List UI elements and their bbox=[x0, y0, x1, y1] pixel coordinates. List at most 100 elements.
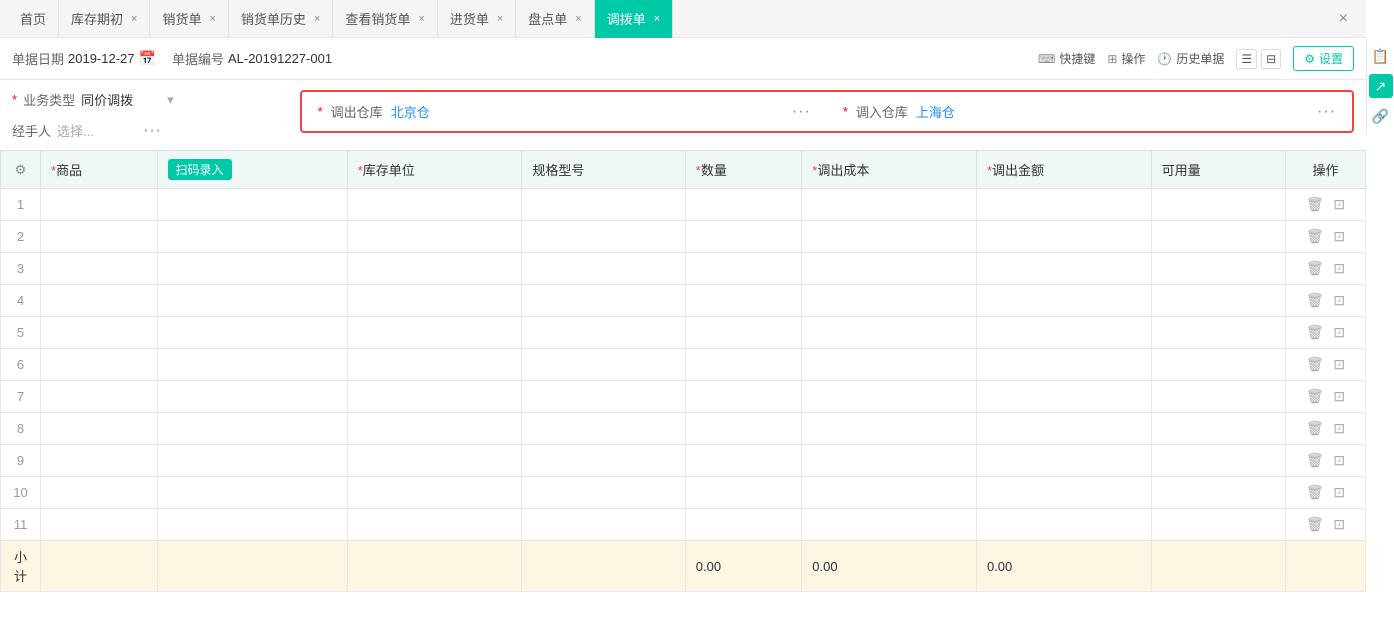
copy-icon[interactable]: ⊡ bbox=[1333, 388, 1345, 404]
tab-inventory-init[interactable]: 库存期初 × bbox=[59, 0, 150, 38]
cell-qty bbox=[685, 381, 802, 413]
delete-icon[interactable]: 🗑 bbox=[1306, 260, 1324, 276]
link-icon[interactable]: 🔗 bbox=[1369, 104, 1393, 128]
cell-product[interactable] bbox=[41, 253, 158, 285]
cell-qty bbox=[685, 349, 802, 381]
notes-icon[interactable]: 📋 bbox=[1369, 44, 1393, 68]
cell-product[interactable] bbox=[41, 381, 158, 413]
copy-icon[interactable]: ⊡ bbox=[1333, 516, 1345, 532]
copy-icon[interactable]: ⊡ bbox=[1333, 356, 1345, 372]
col-spec-header: 规格型号 bbox=[522, 151, 685, 189]
cell-ops: 🗑 ⊡ bbox=[1286, 189, 1366, 221]
transfer-in-value[interactable]: 上海仓 bbox=[916, 102, 996, 121]
delete-icon[interactable]: 🗑 bbox=[1306, 388, 1324, 404]
cell-qty bbox=[685, 317, 802, 349]
cell-product[interactable] bbox=[41, 221, 158, 253]
tab-purchase[interactable]: 进货单 × bbox=[438, 0, 516, 38]
close-icon[interactable]: × bbox=[654, 13, 660, 25]
delete-icon[interactable]: 🗑 bbox=[1306, 228, 1324, 244]
calendar-icon[interactable]: 📅 bbox=[139, 50, 156, 67]
tab-transfer[interactable]: 调拨单 × bbox=[595, 0, 673, 38]
date-label: 单据日期 bbox=[12, 49, 64, 68]
copy-icon[interactable]: ⊡ bbox=[1333, 260, 1345, 276]
handler-value[interactable]: 选择... bbox=[57, 121, 137, 140]
business-type-value[interactable]: 同价调拨 bbox=[81, 90, 161, 109]
cell-spec bbox=[522, 509, 685, 541]
delete-icon[interactable]: 🗑 bbox=[1306, 516, 1324, 532]
layout-list-icon[interactable]: ☰ bbox=[1236, 49, 1257, 69]
col-settings[interactable]: ⚙ bbox=[1, 151, 41, 189]
transfer-out-value[interactable]: 北京仓 bbox=[391, 102, 471, 121]
cell-product[interactable] bbox=[41, 413, 158, 445]
cell-spec bbox=[522, 253, 685, 285]
cell-scan bbox=[157, 445, 347, 477]
copy-icon[interactable]: ⊡ bbox=[1333, 452, 1345, 468]
copy-icon[interactable]: ⊡ bbox=[1333, 228, 1345, 244]
delete-icon[interactable]: 🗑 bbox=[1306, 292, 1324, 308]
window-close-button[interactable]: × bbox=[1329, 10, 1358, 28]
transfer-out-more-icon[interactable]: ··· bbox=[792, 103, 811, 121]
row-num: 2 bbox=[1, 221, 41, 253]
delete-icon[interactable]: 🗑 bbox=[1306, 324, 1324, 340]
row-num: 6 bbox=[1, 349, 41, 381]
close-icon[interactable]: × bbox=[575, 13, 581, 25]
cell-amount bbox=[976, 285, 1151, 317]
cell-spec bbox=[522, 381, 685, 413]
cell-product[interactable] bbox=[41, 317, 158, 349]
required-star: * bbox=[318, 104, 323, 119]
transfer-in-more-icon[interactable]: ··· bbox=[1317, 103, 1336, 121]
dropdown-arrow-icon[interactable]: ▾ bbox=[167, 92, 174, 108]
tab-stocktake[interactable]: 盘点单 × bbox=[516, 0, 594, 38]
delete-icon[interactable]: 🗑 bbox=[1306, 196, 1324, 212]
transfer-out-field: * 调出仓库 北京仓 ··· bbox=[318, 102, 811, 121]
delete-icon[interactable]: 🗑 bbox=[1306, 484, 1324, 500]
shortcuts-button[interactable]: ⌨ 快捷键 bbox=[1038, 50, 1095, 67]
cell-available bbox=[1151, 413, 1285, 445]
history-button[interactable]: 🕐 历史单据 bbox=[1157, 50, 1224, 67]
close-icon[interactable]: × bbox=[209, 13, 215, 25]
close-icon[interactable]: × bbox=[314, 13, 320, 25]
table-row: 1 🗑 ⊡ bbox=[1, 189, 1366, 221]
cell-product[interactable] bbox=[41, 509, 158, 541]
tab-sales-history[interactable]: 销货单历史 × bbox=[229, 0, 333, 38]
tab-home[interactable]: 首页 bbox=[8, 0, 59, 38]
settings-button[interactable]: ⚙ 设置 bbox=[1293, 46, 1354, 71]
cell-product[interactable] bbox=[41, 477, 158, 509]
close-icon[interactable]: × bbox=[497, 13, 503, 25]
handler-more-icon[interactable]: ··· bbox=[143, 122, 162, 140]
transfer-warehouse-box: * 调出仓库 北京仓 ··· * 调入仓库 上海仓 ··· bbox=[300, 90, 1354, 133]
table-row: 3 🗑 ⊡ bbox=[1, 253, 1366, 285]
delete-icon[interactable]: 🗑 bbox=[1306, 452, 1324, 468]
tab-view-sales[interactable]: 查看销货单 × bbox=[333, 0, 437, 38]
cell-product[interactable] bbox=[41, 445, 158, 477]
scan-input-button[interactable]: 扫码录入 bbox=[168, 159, 232, 180]
delete-icon[interactable]: 🗑 bbox=[1306, 420, 1324, 436]
row-num: 4 bbox=[1, 285, 41, 317]
copy-icon[interactable]: ⊡ bbox=[1333, 292, 1345, 308]
business-type-field: * 业务类型 同价调拨 ▾ bbox=[12, 90, 280, 109]
cell-ops: 🗑 ⊡ bbox=[1286, 413, 1366, 445]
copy-icon[interactable]: ⊡ bbox=[1333, 324, 1345, 340]
copy-icon[interactable]: ⊡ bbox=[1333, 484, 1345, 500]
cell-available bbox=[1151, 317, 1285, 349]
close-icon[interactable]: × bbox=[418, 13, 424, 25]
cell-amount bbox=[976, 509, 1151, 541]
tab-sales-order[interactable]: 销货单 × bbox=[150, 0, 228, 38]
doc-no-field: 单据编号 AL-20191227-001 bbox=[172, 49, 332, 68]
cell-amount bbox=[976, 477, 1151, 509]
close-icon[interactable]: × bbox=[131, 13, 137, 25]
cell-unit bbox=[347, 189, 522, 221]
copy-icon[interactable]: ⊡ bbox=[1333, 196, 1345, 212]
cell-product[interactable] bbox=[41, 189, 158, 221]
operations-button[interactable]: ⊞ 操作 bbox=[1107, 50, 1145, 67]
cell-unit bbox=[347, 509, 522, 541]
export-icon[interactable]: ↗ bbox=[1369, 74, 1393, 98]
cell-product[interactable] bbox=[41, 285, 158, 317]
cell-amount bbox=[976, 221, 1151, 253]
layout-grid-icon[interactable]: ⊟ bbox=[1261, 49, 1281, 69]
cell-ops: 🗑 ⊡ bbox=[1286, 381, 1366, 413]
delete-icon[interactable]: 🗑 bbox=[1306, 356, 1324, 372]
copy-icon[interactable]: ⊡ bbox=[1333, 420, 1345, 436]
cell-product[interactable] bbox=[41, 349, 158, 381]
cell-spec bbox=[522, 413, 685, 445]
